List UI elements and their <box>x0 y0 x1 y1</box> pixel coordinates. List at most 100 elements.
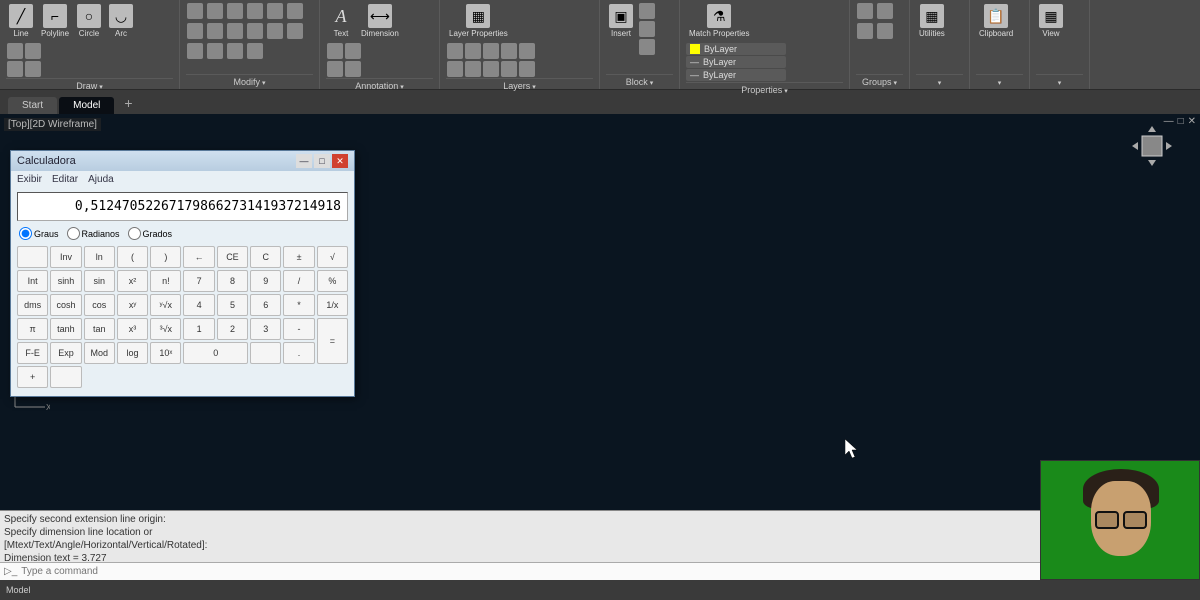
linetype-bylayer-dropdown[interactable]: —ByLayer <box>686 69 786 81</box>
calc-key[interactable]: = <box>317 318 348 364</box>
draw-small-tool[interactable] <box>7 43 23 59</box>
layer-tool[interactable] <box>519 61 535 77</box>
layer-tool[interactable] <box>447 43 463 59</box>
calc-key[interactable]: 1/x <box>317 294 348 316</box>
calc-key[interactable]: π <box>17 318 48 340</box>
calc-key[interactable]: C <box>250 246 281 268</box>
modify-tool[interactable] <box>267 23 283 39</box>
calc-key[interactable]: 4 <box>183 294 214 316</box>
maximize-button[interactable]: □ <box>314 154 330 168</box>
calc-key[interactable]: F-E <box>17 342 48 364</box>
calc-key[interactable]: n! <box>150 270 181 292</box>
new-tab-button[interactable]: + <box>116 92 140 114</box>
calc-key[interactable]: ³√x <box>150 318 181 340</box>
layer-tool[interactable] <box>483 61 499 77</box>
mode-degrees[interactable]: Graus <box>19 227 59 240</box>
panel-title[interactable]: Properties <box>686 82 843 97</box>
dimension-button[interactable]: ⟷Dimension <box>358 2 402 40</box>
close-button[interactable]: ✕ <box>332 154 348 168</box>
calc-key[interactable]: 8 <box>217 270 248 292</box>
command-input[interactable]: ▷_ <box>0 562 1200 580</box>
calc-key[interactable]: ʸ√x <box>150 294 181 316</box>
group-tool[interactable] <box>857 23 873 39</box>
panel-title[interactable]: Groups <box>856 74 903 89</box>
modify-tool[interactable] <box>287 3 303 19</box>
calc-key[interactable]: 1 <box>183 318 214 340</box>
block-tool[interactable] <box>639 21 655 37</box>
calc-key[interactable]: xʸ <box>117 294 148 316</box>
match-properties-button[interactable]: ⚗Match Properties <box>686 2 752 40</box>
panel-title[interactable]: Layers <box>446 78 593 93</box>
tab-model[interactable]: Model <box>59 97 114 114</box>
annot-tool[interactable] <box>327 43 343 59</box>
layer-properties-button[interactable]: ▦Layer Properties <box>446 2 511 40</box>
calc-key[interactable]: * <box>283 294 314 316</box>
calc-key[interactable]: 0 <box>183 342 248 364</box>
utilities-button[interactable]: ▦Utilities <box>916 2 948 40</box>
draw-small-tool[interactable] <box>25 43 41 59</box>
calc-key[interactable]: sinh <box>50 270 81 292</box>
calc-key[interactable]: CE <box>217 246 248 268</box>
calc-key[interactable]: x² <box>117 270 148 292</box>
calc-key[interactable]: tanh <box>50 318 81 340</box>
modify-tool[interactable] <box>247 3 263 19</box>
draw-small-tool[interactable] <box>7 61 23 77</box>
command-field[interactable] <box>21 566 1196 577</box>
calc-key[interactable]: . <box>283 342 314 364</box>
mode-grads[interactable]: Grados <box>128 227 173 240</box>
close-icon[interactable]: ✕ <box>1188 116 1196 127</box>
calc-key[interactable]: log <box>117 342 148 364</box>
calc-key[interactable]: Mod <box>84 342 115 364</box>
modify-tool[interactable] <box>207 3 223 19</box>
annot-tool[interactable] <box>345 43 361 59</box>
panel-title[interactable] <box>976 74 1023 89</box>
draw-small-tool[interactable] <box>25 61 41 77</box>
calc-key[interactable]: ln <box>84 246 115 268</box>
calc-key[interactable]: tan <box>84 318 115 340</box>
minimize-button[interactable]: — <box>296 154 312 168</box>
calc-key[interactable] <box>250 342 281 364</box>
group-tool[interactable] <box>877 3 893 19</box>
arc-button[interactable]: ◡Arc <box>106 2 136 40</box>
modify-tool[interactable] <box>267 3 283 19</box>
calc-key[interactable]: ) <box>150 246 181 268</box>
layer-tool[interactable] <box>465 61 481 77</box>
layer-tool[interactable] <box>501 43 517 59</box>
lineweight-bylayer-dropdown[interactable]: —ByLayer <box>686 56 786 68</box>
calc-key[interactable]: x³ <box>117 318 148 340</box>
text-button[interactable]: AText <box>326 2 356 40</box>
panel-title[interactable] <box>916 74 963 89</box>
maximize-icon[interactable]: □ <box>1178 116 1184 127</box>
group-tool[interactable] <box>857 3 873 19</box>
view-cube[interactable] <box>1128 122 1176 170</box>
panel-title[interactable]: Modify <box>186 74 313 89</box>
calc-key[interactable]: ← <box>183 246 214 268</box>
group-tool[interactable] <box>877 23 893 39</box>
calc-key[interactable]: 3 <box>250 318 281 340</box>
calculator-titlebar[interactable]: Calculadora — □ ✕ <box>11 151 354 171</box>
calc-key[interactable]: cosh <box>50 294 81 316</box>
color-bylayer-dropdown[interactable]: ByLayer <box>686 43 786 55</box>
calc-key[interactable]: - <box>283 318 314 340</box>
panel-title[interactable]: Annotation <box>326 78 433 93</box>
calc-key[interactable]: 10ˣ <box>150 342 181 364</box>
calc-key[interactable]: / <box>283 270 314 292</box>
block-tool[interactable] <box>639 3 655 19</box>
calc-key[interactable]: Inv <box>50 246 81 268</box>
line-button[interactable]: ╱Line <box>6 2 36 40</box>
panel-title[interactable]: Draw <box>6 78 173 93</box>
layer-tool[interactable] <box>519 43 535 59</box>
calc-key[interactable]: ± <box>283 246 314 268</box>
modify-tool[interactable] <box>187 3 203 19</box>
modify-tool[interactable] <box>227 43 243 59</box>
menu-view[interactable]: Exibir <box>17 174 42 185</box>
menu-edit[interactable]: Editar <box>52 174 78 185</box>
polyline-button[interactable]: ⌐Polyline <box>38 2 72 40</box>
insert-button[interactable]: ▣Insert <box>606 2 636 40</box>
clipboard-button[interactable]: 📋Clipboard <box>976 2 1016 40</box>
layer-tool[interactable] <box>447 61 463 77</box>
mode-radians[interactable]: Radianos <box>67 227 120 240</box>
modify-tool[interactable] <box>227 3 243 19</box>
tab-start[interactable]: Start <box>8 97 57 114</box>
calc-key[interactable]: 2 <box>217 318 248 340</box>
